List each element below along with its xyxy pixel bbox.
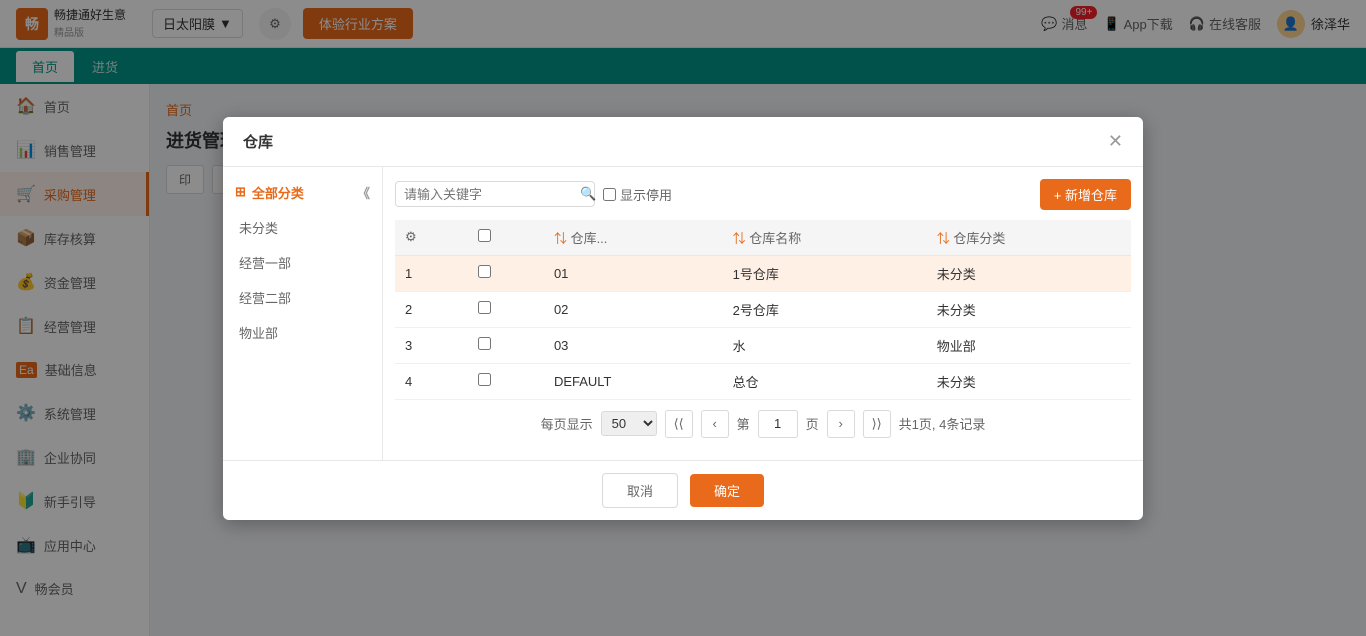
row-select-checkbox[interactable] [478,301,491,314]
table-row[interactable]: 1 01 1号仓库 未分类 [395,255,1131,291]
row-select-checkbox[interactable] [478,373,491,386]
total-info: 共1页, 4条记录 [899,414,986,433]
row-code: 03 [544,327,723,363]
prev-page-button[interactable]: ‹ [701,410,729,438]
per-page-label: 每页显示 [541,414,593,433]
first-page-button[interactable]: ⟨⟨ [665,410,693,438]
grid-icon: ⊞ [235,184,246,200]
modal-close-button[interactable]: ✕ [1108,131,1123,152]
cat-item-ops1[interactable]: 经营一部 [223,245,382,280]
row-category: 未分类 [927,255,1131,291]
sort-icon-2: ⇅ [733,231,746,246]
cat-item-property[interactable]: 物业部 [223,315,382,350]
modal-footer: 取消 确定 [223,460,1143,520]
show-disabled-text: 显示停用 [620,185,672,204]
row-name: 水 [723,327,927,363]
confirm-button[interactable]: 确定 [690,474,764,507]
cat-item-ops2[interactable]: 经营二部 [223,280,382,315]
row-index: 4 [395,363,468,399]
last-page-button[interactable]: ⟩⟩ [863,410,891,438]
table-row[interactable]: 4 DEFAULT 总仓 未分类 [395,363,1131,399]
row-name: 1号仓库 [723,255,927,291]
page-input[interactable] [758,410,798,438]
table-row[interactable]: 2 02 2号仓库 未分类 [395,291,1131,327]
warehouse-table: ⚙ ⇅ 仓库... ⇅ 仓库名称 [395,220,1131,400]
row-index: 3 [395,327,468,363]
all-categories[interactable]: ⊞ 全部分类 《 [223,175,382,210]
row-select-checkbox[interactable] [478,337,491,350]
row-select-checkbox[interactable] [478,265,491,278]
cancel-button[interactable]: 取消 [602,473,678,508]
page-label: 第 [737,414,750,433]
col-checkbox [468,220,544,256]
next-page-button[interactable]: › [827,410,855,438]
row-code: 01 [544,255,723,291]
modal-header: 仓库 ✕ [223,117,1143,167]
category-sidebar: ⊞ 全部分类 《 未分类 经营一部 经营二部 物业部 [223,167,383,460]
row-name: 总仓 [723,363,927,399]
row-name: 2号仓库 [723,291,927,327]
row-checkbox [468,327,544,363]
row-category: 物业部 [927,327,1131,363]
col-name-header: ⇅ 仓库名称 [723,220,927,256]
col-code-header: ⇅ 仓库... [544,220,723,256]
table-area: 🔍 显示停用 + 新增仓库 ⚙ [383,167,1143,460]
row-index: 1 [395,255,468,291]
search-icon: 🔍 [580,186,596,202]
pagination: 每页显示 50 100 ⟨⟨ ‹ 第 页 › ⟩⟩ 共1页, 4条记录 [395,400,1131,448]
all-categories-label: 全部分类 [252,183,304,202]
cat-item-unclassified[interactable]: 未分类 [223,210,382,245]
show-disabled-checkbox[interactable] [603,188,616,201]
table-toolbar: 🔍 显示停用 + 新增仓库 [395,179,1131,210]
row-checkbox [468,255,544,291]
row-category: 未分类 [927,363,1131,399]
warehouse-modal: 仓库 ✕ ⊞ 全部分类 《 未分类 经营一部 经营二部 物业部 [223,117,1143,520]
page-suffix: 页 [806,414,819,433]
table-scroll: ⚙ ⇅ 仓库... ⇅ 仓库名称 [395,220,1131,400]
row-checkbox [468,291,544,327]
modal-body: ⊞ 全部分类 《 未分类 经营一部 经营二部 物业部 🔍 [223,167,1143,460]
modal-title: 仓库 [243,131,273,152]
search-input[interactable] [404,187,580,202]
table-row[interactable]: 3 03 水 物业部 [395,327,1131,363]
col-settings-icon: ⚙ [405,229,417,244]
modal-overlay: 仓库 ✕ ⊞ 全部分类 《 未分类 经营一部 经营二部 物业部 [0,0,1366,636]
sort-icon: ⇅ [554,231,567,246]
search-wrapper: 🔍 [395,181,595,207]
collapse-icon[interactable]: 《 [357,183,370,202]
add-warehouse-button[interactable]: + 新增仓库 [1040,179,1131,210]
row-code: DEFAULT [544,363,723,399]
sort-icon-3: ⇅ [937,231,950,246]
table-header-row: ⚙ ⇅ 仓库... ⇅ 仓库名称 [395,220,1131,256]
per-page-select[interactable]: 50 100 [601,411,657,436]
col-category-header: ⇅ 仓库分类 [927,220,1131,256]
row-code: 02 [544,291,723,327]
col-settings: ⚙ [395,220,468,256]
select-all-checkbox[interactable] [478,229,491,242]
row-checkbox [468,363,544,399]
row-category: 未分类 [927,291,1131,327]
row-index: 2 [395,291,468,327]
show-disabled-label: 显示停用 [603,185,672,204]
